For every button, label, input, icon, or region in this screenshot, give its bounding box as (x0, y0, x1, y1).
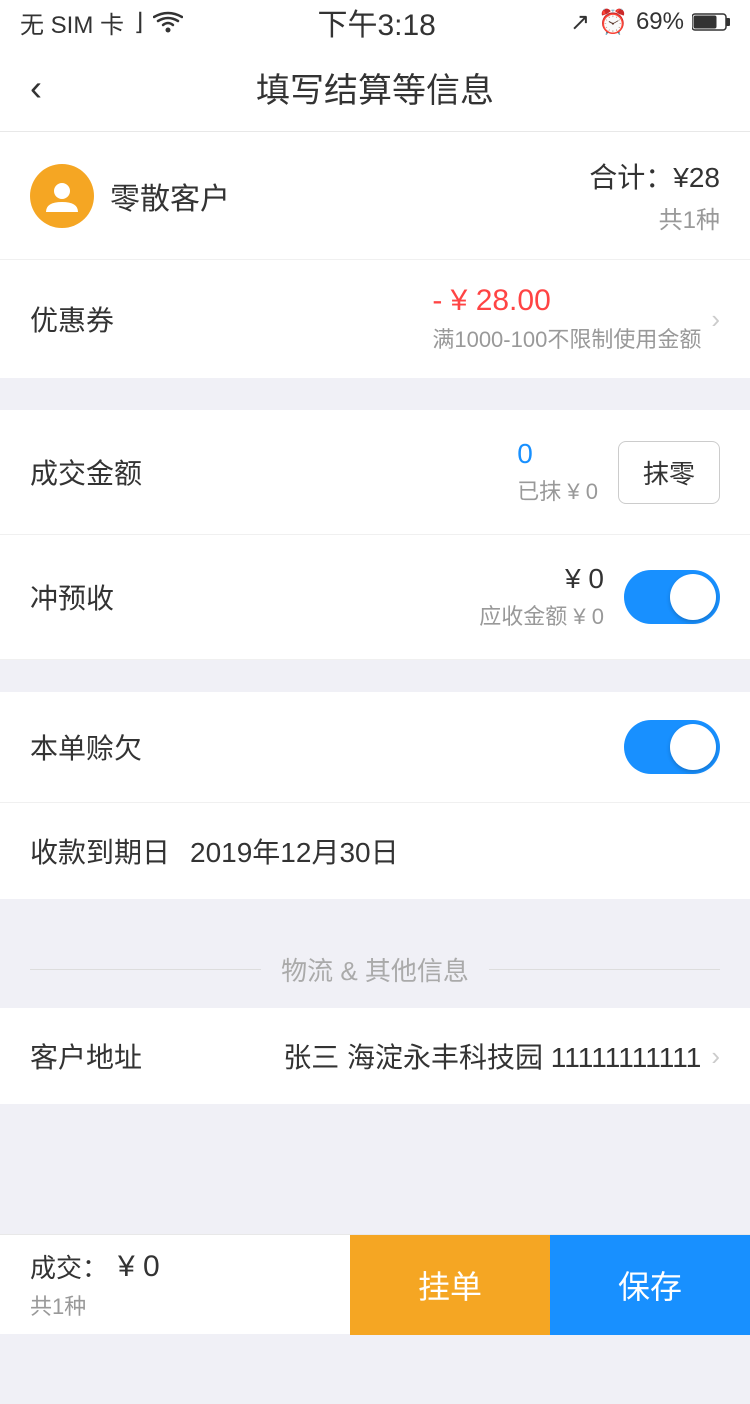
coupon-label: 优惠券 (30, 299, 114, 339)
debt-section: 本单赊欠 收款到期日 2019年12月30日 (0, 692, 750, 899)
section-divider-2 (0, 676, 750, 692)
deal-amount-right: 0 已抹 ¥ 0 抹零 (517, 438, 720, 506)
footer-info: 成交： ¥ 0 共1种 (0, 1248, 350, 1321)
address-label: 客户地址 (30, 1036, 142, 1076)
coupon-right: - ¥ 28.00 满1000-100不限制使用金额 › (432, 284, 720, 354)
status-left: 无 SIM 卡 ⌋ (20, 5, 183, 40)
logistics-divider (0, 915, 750, 931)
battery-icon (692, 12, 730, 32)
location-icon: ↗ (570, 8, 590, 37)
debt-toggle[interactable] (624, 720, 720, 774)
debt-row: 本单赊欠 (0, 692, 750, 802)
address-row[interactable]: 客户地址 张三 海淀永丰科技园 11111111111 › (0, 1008, 750, 1104)
advance-right: ¥ 0 应收金额 ¥ 0 (479, 563, 720, 631)
customer-name: 零散客户 (110, 174, 230, 218)
round-zero-button[interactable]: 抹零 (618, 441, 720, 504)
wifi-signal-icon (153, 11, 183, 33)
deal-amount-label: 成交金额 (30, 452, 142, 492)
page-title: 填写结算等信息 (256, 63, 494, 112)
advance-sub: 应收金额 ¥ 0 (479, 599, 604, 631)
customer-row: 零散客户 合计：¥28 共1种 (0, 132, 750, 259)
footer-count: 共1种 (30, 1289, 160, 1321)
nav-bar: ‹ 填写结算等信息 (0, 44, 750, 132)
status-time: 下午3:18 (317, 0, 435, 44)
advance-toggle[interactable] (624, 570, 720, 624)
debt-label: 本单赊欠 (30, 727, 142, 767)
status-right: ↗ ⏰ 69% (570, 8, 730, 37)
divider-line-right (489, 969, 720, 970)
advance-row: 冲预收 ¥ 0 应收金额 ¥ 0 (0, 535, 750, 660)
back-button[interactable]: ‹ (30, 67, 42, 109)
address-right: 张三 海淀永丰科技园 11111111111 › (283, 1036, 720, 1076)
coupon-row[interactable]: 优惠券 - ¥ 28.00 满1000-100不限制使用金额 › (0, 259, 750, 378)
address-value: 张三 海淀永丰科技园 11111111111 (283, 1036, 701, 1076)
customer-total: 合计：¥28 (589, 156, 720, 196)
divider-line-left (30, 969, 261, 970)
due-date-row: 收款到期日 2019年12月30日 (0, 802, 750, 899)
coupon-sub-text: 满1000-100不限制使用金额 (432, 322, 701, 354)
footer-bar: 成交： ¥ 0 共1种 挂单 保存 (0, 1234, 750, 1334)
status-bar: 无 SIM 卡 ⌋ 下午3:18 ↗ ⏰ 69% (0, 0, 750, 44)
customer-avatar (30, 164, 94, 228)
footer-deal-label: 成交： (30, 1248, 108, 1285)
coupon-info: - ¥ 28.00 满1000-100不限制使用金额 (432, 284, 701, 354)
hang-button[interactable]: 挂单 (350, 1235, 550, 1335)
deal-amount-sub: 已抹 ¥ 0 (517, 474, 598, 506)
chevron-right-icon: › (711, 304, 720, 335)
customer-count: 共1种 (589, 200, 720, 235)
battery-text: 69% (636, 8, 684, 36)
deal-amount-value: 0 (517, 438, 598, 470)
customer-left: 零散客户 (30, 164, 230, 228)
carrier-text: 无 SIM 卡 (20, 5, 124, 40)
deal-amount-values: 0 已抹 ¥ 0 (517, 438, 598, 506)
logistics-title: 物流 & 其他信息 (261, 951, 489, 988)
due-date-value: 2019年12月30日 (190, 831, 399, 871)
coupon-discount: - ¥ 28.00 (432, 284, 701, 318)
alarm-icon: ⏰ (598, 8, 628, 37)
address-chevron-icon: › (711, 1041, 720, 1072)
content-area: 零散客户 合计：¥28 共1种 优惠券 - ¥ 28.00 满1000-100不… (0, 132, 750, 1404)
advance-value: ¥ 0 (479, 563, 604, 595)
advance-amount: ¥ 0 应收金额 ¥ 0 (479, 563, 604, 631)
deal-amount-row: 成交金额 0 已抹 ¥ 0 抹零 (0, 410, 750, 535)
advance-label: 冲预收 (30, 577, 114, 617)
customer-right: 合计：¥28 共1种 (589, 156, 720, 235)
save-button[interactable]: 保存 (550, 1235, 750, 1335)
footer-label-col: 成交： ¥ 0 共1种 (30, 1248, 160, 1321)
wifi-icon: ⌋ (134, 8, 143, 37)
footer-amount: ¥ 0 (118, 1250, 160, 1284)
due-date-label: 收款到期日 (30, 831, 170, 871)
section-divider-1 (0, 394, 750, 410)
deal-amount-section: 成交金额 0 已抹 ¥ 0 抹零 冲预收 ¥ 0 应收金额 ¥ 0 (0, 410, 750, 660)
logistics-header: 物流 & 其他信息 (0, 931, 750, 1008)
customer-section: 零散客户 合计：¥28 共1种 优惠券 - ¥ 28.00 满1000-100不… (0, 132, 750, 378)
